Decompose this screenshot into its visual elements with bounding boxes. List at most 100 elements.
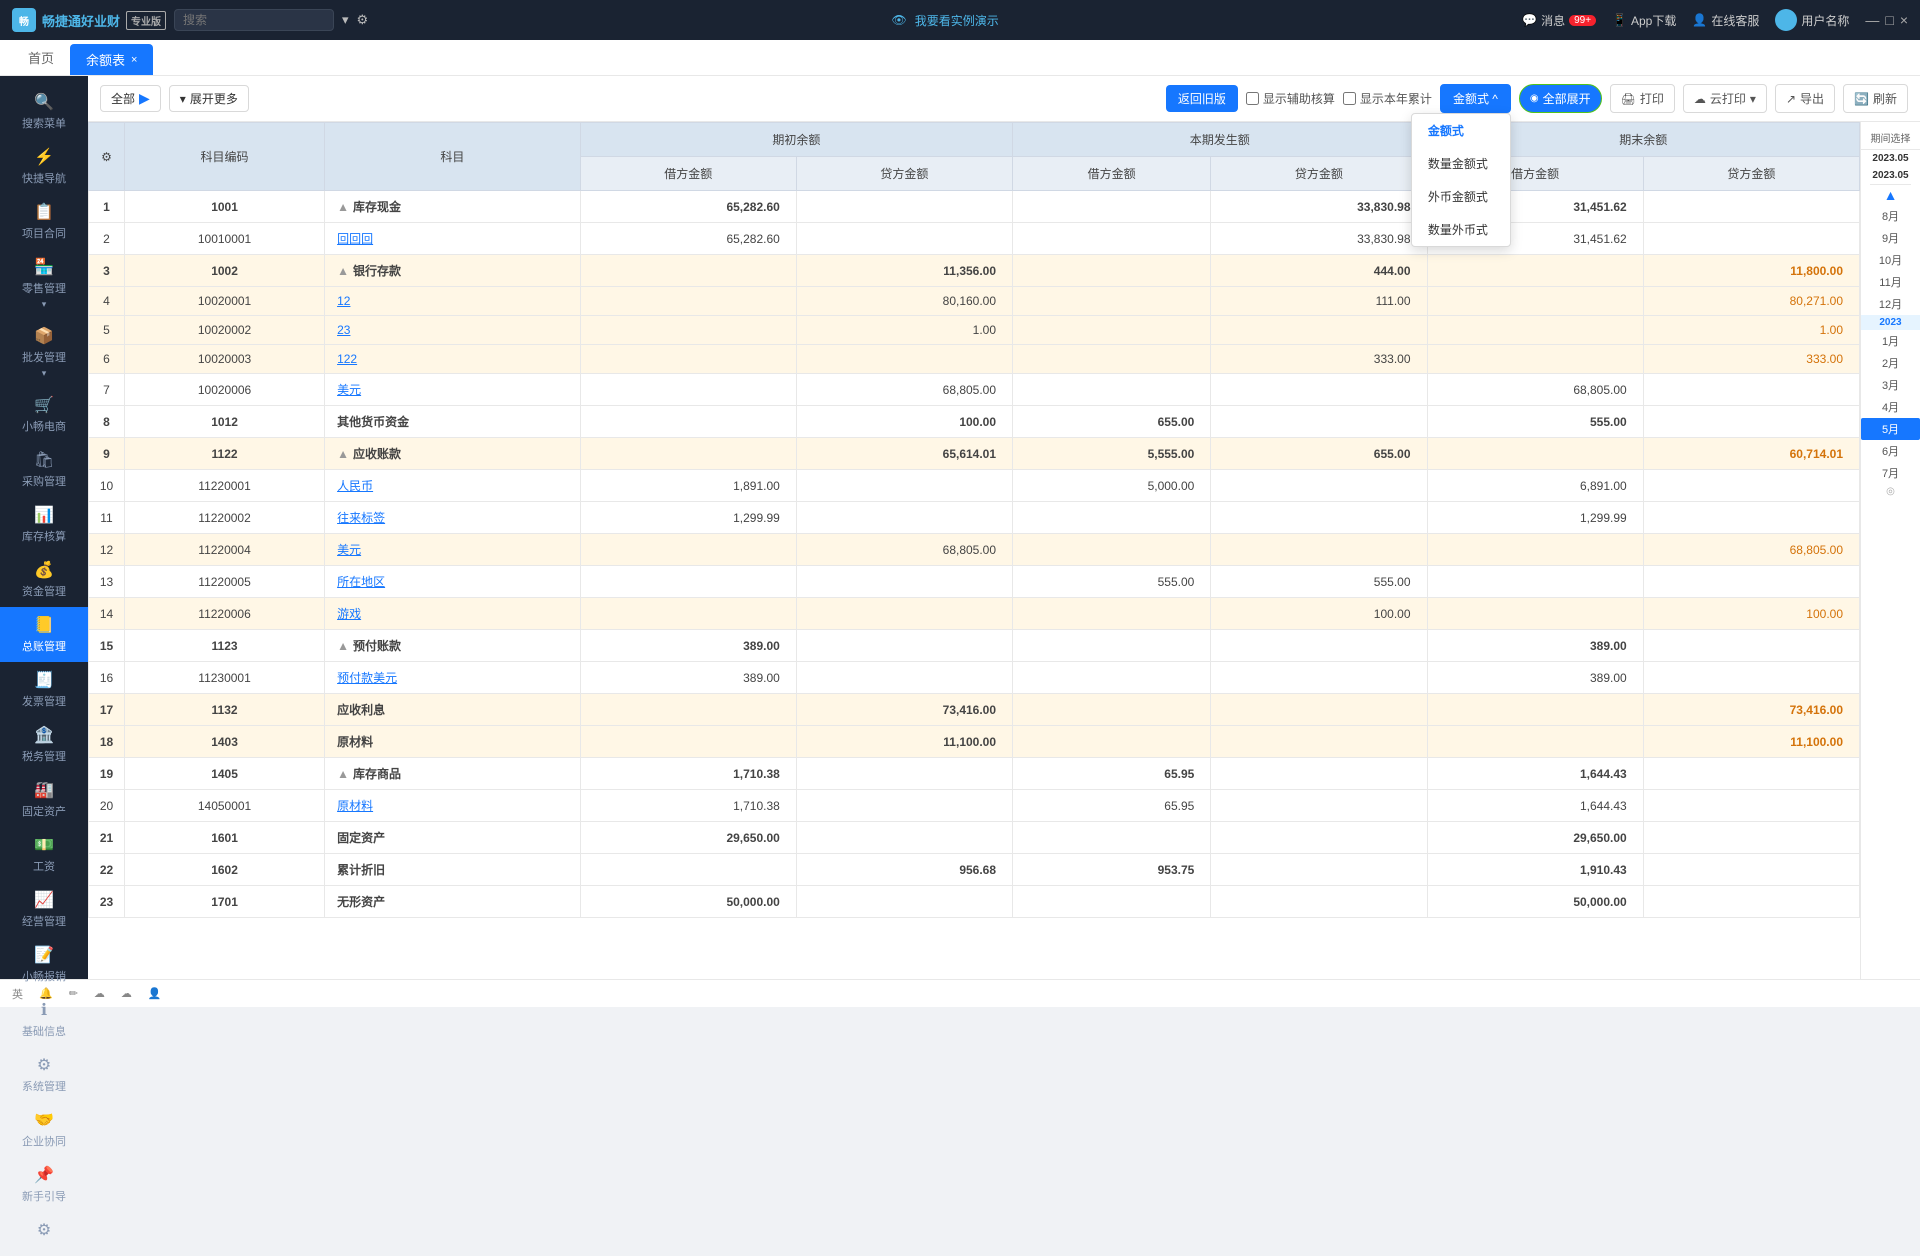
sidebar-system-label: 系统管理 [22, 1078, 66, 1094]
row-subject-10[interactable]: 往来标签 [325, 502, 581, 534]
row-subject-15[interactable]: 预付款美元 [325, 662, 581, 694]
row-subject-1[interactable]: 回回回 [325, 223, 581, 255]
row-end-c-15 [1643, 662, 1859, 694]
sidebar-item-project[interactable]: 📋 项目合同 [0, 194, 88, 249]
gear-icon[interactable]: ⚙ [357, 12, 369, 28]
row-subject-9[interactable]: 人民币 [325, 470, 581, 502]
user-item[interactable]: 用户名称 [1775, 9, 1849, 31]
row-subject-3[interactable]: 12 [325, 287, 581, 316]
user-bottom-icon[interactable]: 👤 [148, 987, 162, 1000]
sidebar-item-ledger[interactable]: 📒 总账管理 [0, 607, 88, 662]
row-end-c-16: 73,416.00 [1643, 694, 1859, 726]
sidebar-item-search[interactable]: 🔍 搜索菜单 [0, 84, 88, 139]
show-auxiliary-checkbox[interactable]: 显示辅助核算 [1246, 90, 1335, 107]
row-subject-4[interactable]: 23 [325, 316, 581, 345]
format-option-qty-amount[interactable]: 数量金额式 [1412, 147, 1510, 180]
row-num-1: 2 [89, 223, 125, 255]
period-month-12[interactable]: 12月 [1861, 293, 1920, 315]
cloud-icon2[interactable]: ☁ [121, 987, 132, 1000]
maximize-button[interactable]: □ [1885, 12, 1893, 28]
sidebar-tax-label: 税务管理 [22, 748, 66, 764]
tab-close-icon[interactable]: × [131, 54, 137, 66]
show-ytd-checkbox[interactable]: 显示本年累计 [1343, 90, 1432, 107]
period-month-5[interactable]: 5月 [1861, 418, 1920, 440]
sidebar-item-guide[interactable]: 📌 新手引导 [0, 1157, 88, 1212]
row-end-c-12 [1643, 566, 1859, 598]
gear-header[interactable]: ⚙ [89, 123, 125, 191]
row-subject-13[interactable]: 游戏 [325, 598, 581, 630]
period-month-3[interactable]: 3月 [1861, 374, 1920, 396]
close-button[interactable]: × [1900, 12, 1908, 28]
row-per-d-9: 5,000.00 [1013, 470, 1211, 502]
cloud-print-button[interactable]: ☁ 云打印 ▾ [1683, 84, 1767, 113]
period-up-arrow[interactable]: ▲ [1882, 185, 1900, 205]
cloud-sync-icon[interactable]: ☁ [94, 987, 105, 1000]
search-input[interactable] [174, 9, 334, 31]
all-filter-button[interactable]: 全部 ▶ [100, 85, 161, 112]
sidebar-item-inventory[interactable]: 📊 库存核算 [0, 497, 88, 552]
expand-more-button[interactable]: ▾ 展开更多 [169, 85, 249, 112]
auxiliary-checkbox-input[interactable] [1246, 92, 1259, 105]
sidebar-item-purchase[interactable]: 🛍 采购管理 [0, 442, 88, 497]
print-button[interactable]: 🖨 打印 [1610, 84, 1675, 113]
row-num-6: 7 [89, 374, 125, 406]
period-month-7[interactable]: 7月 [1861, 462, 1920, 484]
row-subject-6[interactable]: 美元 [325, 374, 581, 406]
sidebar-item-quick-nav[interactable]: ⚡ 快捷导航 [0, 139, 88, 194]
period-month-4[interactable]: 4月 [1861, 396, 1920, 418]
tab-balance[interactable]: 余额表 × [70, 44, 153, 75]
sidebar-item-retail[interactable]: 🏪 零售管理 ▾ [0, 249, 88, 318]
lang-switch[interactable]: 英 [12, 986, 23, 1002]
return-old-version-button[interactable]: 返回旧版 [1166, 85, 1238, 112]
period-month-10[interactable]: 10月 [1861, 249, 1920, 271]
demo-text[interactable]: 我要看实例演示 [915, 12, 999, 29]
sidebar-item-invoice[interactable]: 🧾 发票管理 [0, 662, 88, 717]
sidebar-item-system[interactable]: ⚙ 系统管理 [0, 1047, 88, 1102]
expand-all-toggle[interactable]: ◉ 全部展开 [1519, 84, 1602, 113]
tab-home[interactable]: 首页 [12, 42, 70, 75]
period-year-2023[interactable]: 2023 [1861, 315, 1920, 330]
period-month-11[interactable]: 11月 [1861, 271, 1920, 293]
row-subject-19[interactable]: 原材料 [325, 790, 581, 822]
sidebar-item-coop[interactable]: 🤝 企业协同 [0, 1102, 88, 1157]
row-subject-11[interactable]: 美元 [325, 534, 581, 566]
row-subject-5[interactable]: 122 [325, 345, 581, 374]
notification-icon[interactable]: 🔔 [39, 987, 53, 1000]
sidebar-item-sales[interactable]: 📝 小畅报销 [0, 937, 88, 992]
edit-icon[interactable]: ✏ [69, 987, 78, 1000]
sidebar-settings[interactable]: ⚙ [0, 1212, 88, 1256]
period-month-1[interactable]: 1月 [1861, 330, 1920, 352]
format-option-foreign[interactable]: 外币金额式 [1412, 180, 1510, 213]
sidebar-item-capital[interactable]: 💰 资金管理 [0, 552, 88, 607]
ytd-checkbox-input[interactable] [1343, 92, 1356, 105]
message-item[interactable]: 💬 消息 99+ [1522, 12, 1596, 29]
sidebar-item-fixed-asset[interactable]: 🏭 固定资产 [0, 772, 88, 827]
format-option-amount[interactable]: 金额式 [1412, 114, 1510, 147]
row-subject-12[interactable]: 所在地区 [325, 566, 581, 598]
ledger-icon: 📒 [34, 615, 54, 635]
sidebar-item-wholesale[interactable]: 📦 批发管理 ▾ [0, 318, 88, 387]
export-button[interactable]: ↗ 导出 [1775, 84, 1835, 113]
period-month-6[interactable]: 6月 [1861, 440, 1920, 462]
sidebar-item-operations[interactable]: 📈 经营管理 [0, 882, 88, 937]
period-selection-label: 期间选择 [1861, 126, 1920, 150]
sidebar-settings-item[interactable]: ⚙ [0, 1212, 88, 1248]
refresh-button[interactable]: 🔄 刷新 [1843, 84, 1908, 113]
format-dropdown-button[interactable]: 金额式 ^ [1440, 84, 1511, 113]
bottom-bar: 英 🔔 ✏ ☁ ☁ 👤 [0, 979, 1920, 1007]
expand-icon[interactable]: ▾ [342, 12, 349, 28]
row-open-d-2 [580, 255, 796, 287]
online-service-item[interactable]: 👤 在线客服 [1692, 12, 1759, 29]
app-download-item[interactable]: 📱 App下载 [1612, 12, 1676, 29]
minimize-button[interactable]: — [1865, 12, 1879, 28]
period-collapse-icon[interactable]: ◎ [1884, 484, 1897, 499]
period-month-8[interactable]: 8月 [1861, 205, 1920, 227]
period-month-2[interactable]: 2月 [1861, 352, 1920, 374]
format-option-qty-foreign[interactable]: 数量外币式 [1412, 213, 1510, 246]
sidebar-item-ecommerce[interactable]: 🛒 小畅电商 [0, 387, 88, 442]
sidebar-item-payroll[interactable]: 💵 工资 [0, 827, 88, 882]
sidebar-wholesale-label: 批发管理 [22, 349, 66, 365]
period-month-9[interactable]: 9月 [1861, 227, 1920, 249]
row-open-d-22: 50,000.00 [580, 886, 796, 918]
sidebar-item-tax[interactable]: 🏦 税务管理 [0, 717, 88, 772]
